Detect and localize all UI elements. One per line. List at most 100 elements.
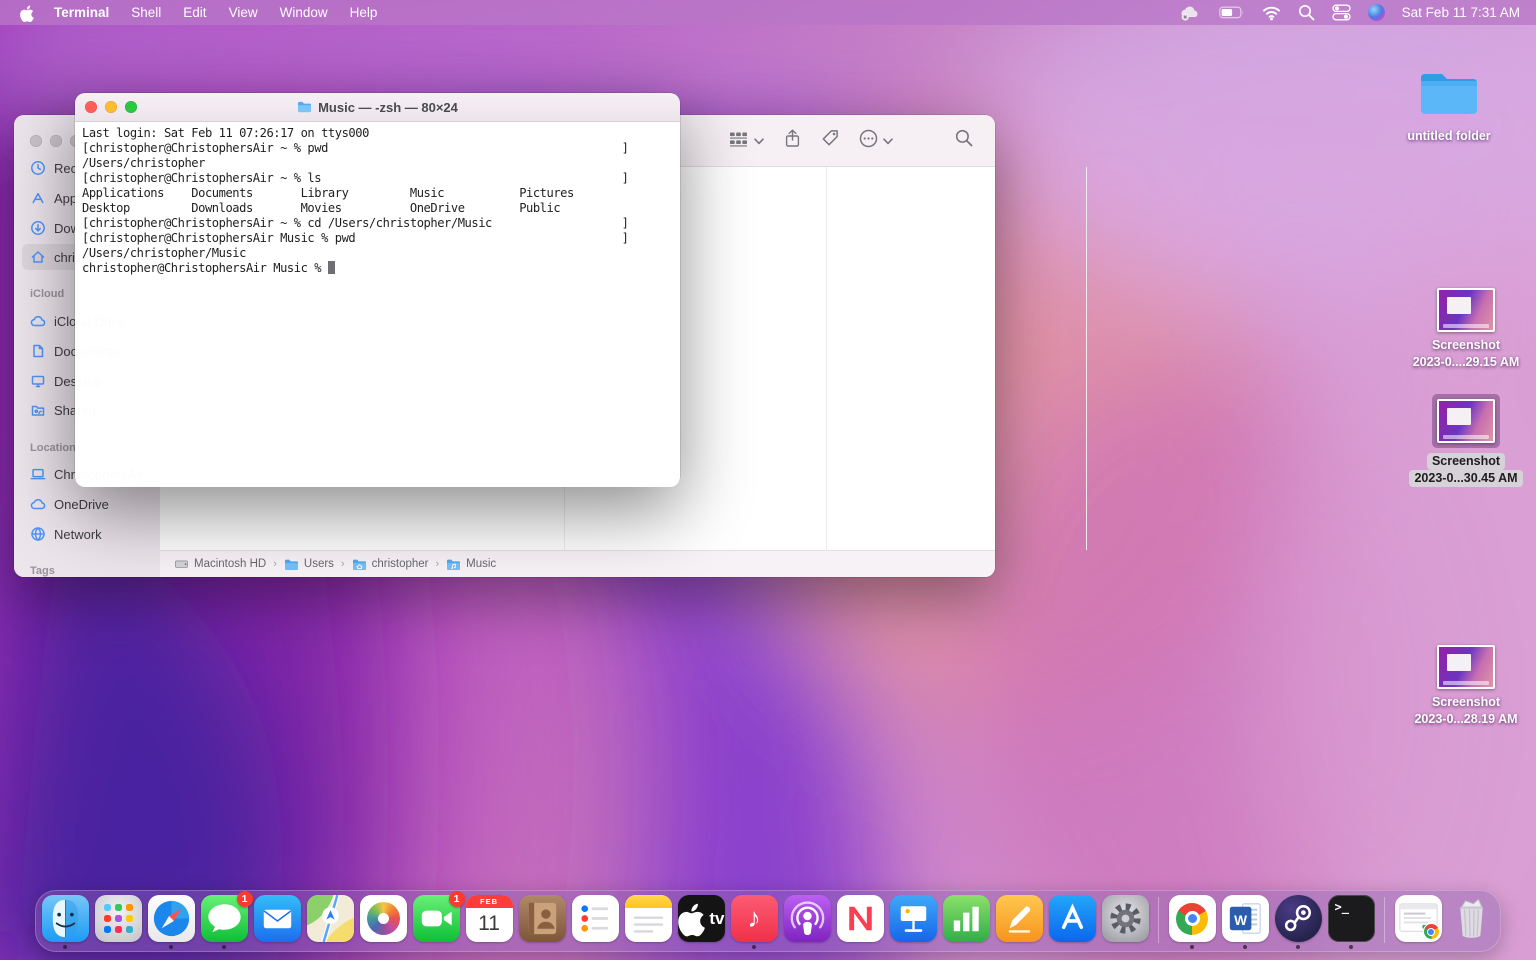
dock-item-pages[interactable] bbox=[995, 895, 1043, 942]
menu-terminal[interactable]: Terminal bbox=[43, 5, 120, 20]
blue-folder-icon bbox=[1417, 66, 1481, 123]
dock-item-news[interactable] bbox=[836, 895, 884, 942]
finder-close-button[interactable] bbox=[30, 135, 42, 147]
wifi-icon[interactable] bbox=[1262, 5, 1281, 21]
toolbar-tag-button[interactable] bbox=[821, 129, 839, 152]
battery-icon[interactable] bbox=[1219, 4, 1245, 21]
dock-item-systemprefs[interactable] bbox=[1101, 895, 1149, 942]
menu-window[interactable]: Window bbox=[269, 5, 339, 20]
dock-item-facetime[interactable]: 1 bbox=[412, 895, 460, 942]
terminal-output: Last login: Sat Feb 11 07:26:17 on ttys0… bbox=[82, 126, 680, 276]
dock-item-maps[interactable] bbox=[306, 895, 354, 942]
path-item-users[interactable]: Users bbox=[284, 558, 334, 571]
sidebar-item-onedrive[interactable]: OneDrive bbox=[22, 491, 152, 517]
terminal-window: Music — -zsh — 80×24 Last login: Sat Feb… bbox=[75, 93, 680, 486]
appletv-icon: tv bbox=[678, 895, 725, 942]
dock-item-podcasts[interactable] bbox=[783, 895, 831, 942]
path-item-macintosh-hd[interactable]: Macintosh HD bbox=[174, 557, 266, 571]
downloads-icon bbox=[30, 220, 46, 236]
label-line-2: 2023-0...30.45 AM bbox=[1409, 470, 1522, 487]
path-item-label: Music bbox=[466, 558, 496, 570]
notification-badge: 1 bbox=[449, 891, 465, 907]
sidebar-item-network[interactable]: Network bbox=[22, 521, 152, 547]
toolbar-group-view-button[interactable] bbox=[728, 130, 764, 152]
path-item-music[interactable]: Music bbox=[446, 558, 496, 571]
dock-item-steam[interactable] bbox=[1274, 895, 1322, 949]
dock-item-minimized-window[interactable] bbox=[1394, 895, 1442, 942]
document-icon bbox=[30, 343, 46, 359]
column-divider bbox=[826, 167, 827, 550]
finder-minimize-button[interactable] bbox=[50, 135, 62, 147]
proxy-folder-icon bbox=[297, 101, 312, 113]
chevron-down-icon bbox=[754, 132, 764, 150]
terminal-zoom-button[interactable] bbox=[125, 101, 137, 113]
dock-item-chrome[interactable] bbox=[1168, 895, 1216, 949]
menu-edit[interactable]: Edit bbox=[172, 5, 217, 20]
dock-item-photos[interactable] bbox=[359, 895, 407, 942]
toolbar-share-button[interactable] bbox=[784, 129, 801, 153]
desktop-icon-untitled-folder-0[interactable]: untitled folder bbox=[1416, 66, 1482, 145]
menu-view[interactable]: View bbox=[218, 5, 269, 20]
menu-bar-clock[interactable]: Sat Feb 11 7:31 AM bbox=[1402, 5, 1520, 20]
terminal-title-bar[interactable]: Music — -zsh — 80×24 bbox=[75, 93, 680, 122]
label-line-2: 2023-0....29.15 AM bbox=[1413, 354, 1520, 371]
onedrive-cloud-icon[interactable] bbox=[1178, 4, 1202, 22]
group-view-icon bbox=[728, 130, 749, 152]
word-icon: W bbox=[1222, 895, 1269, 942]
column-divider bbox=[1086, 167, 1087, 550]
spotlight-search-icon[interactable] bbox=[1298, 4, 1315, 21]
terminal-window-controls bbox=[85, 101, 137, 113]
dock-item-word[interactable]: W bbox=[1221, 895, 1269, 949]
desktop-icon-label: untitled folder bbox=[1407, 128, 1490, 145]
control-center-icon[interactable] bbox=[1332, 4, 1351, 21]
dock-item-appletv[interactable]: tv bbox=[677, 895, 725, 942]
more-circle-icon bbox=[859, 129, 878, 153]
toolbar-search-button[interactable] bbox=[955, 129, 973, 152]
dock-item-trash[interactable] bbox=[1447, 895, 1495, 942]
menu-help[interactable]: Help bbox=[339, 5, 389, 20]
dock-item-mail[interactable] bbox=[253, 895, 301, 942]
dock-item-finder[interactable] bbox=[41, 895, 89, 949]
siri-icon[interactable] bbox=[1368, 4, 1385, 21]
dock-item-appstore[interactable] bbox=[1048, 895, 1096, 942]
sidebar-section-header: iCloud bbox=[30, 288, 64, 301]
desktop-icon-label: Screenshot2023-0....29.15 AM bbox=[1413, 337, 1520, 371]
running-indicator-dot bbox=[1349, 945, 1353, 949]
terminal-minimize-button[interactable] bbox=[105, 101, 117, 113]
path-item-christopher[interactable]: christopher bbox=[352, 558, 429, 571]
dock-item-keynote[interactable] bbox=[889, 895, 937, 942]
search-icon bbox=[955, 129, 973, 152]
systemprefs-icon bbox=[1102, 895, 1149, 942]
svg-text:W: W bbox=[1234, 913, 1247, 928]
desktop-icon-screenshot-3[interactable]: Screenshot2023-0...28.19 AM bbox=[1437, 645, 1495, 728]
dock-item-terminal[interactable]: >_ bbox=[1327, 895, 1375, 949]
running-indicator-dot bbox=[1190, 945, 1194, 949]
minimized-window-icon bbox=[1395, 895, 1442, 942]
facetime-icon: 1 bbox=[413, 895, 460, 942]
folder-icon bbox=[284, 558, 299, 571]
screenshot-thumbnail bbox=[1437, 399, 1495, 443]
contacts-icon bbox=[519, 895, 566, 942]
dock-item-calendar[interactable]: FEB11 bbox=[465, 895, 513, 942]
toolbar-more-circle-button[interactable] bbox=[859, 129, 893, 153]
running-indicator-dot bbox=[752, 945, 756, 949]
terminal-output-area[interactable]: Last login: Sat Feb 11 07:26:17 on ttys0… bbox=[75, 122, 680, 487]
dock-item-contacts[interactable] bbox=[518, 895, 566, 942]
dock-item-music[interactable]: ♪ bbox=[730, 895, 778, 949]
apple-menu-icon[interactable] bbox=[20, 4, 35, 21]
menu-bar-left: TerminalShellEditViewWindowHelp bbox=[0, 4, 388, 21]
path-item-label: Macintosh HD bbox=[194, 558, 266, 570]
terminal-close-button[interactable] bbox=[85, 101, 97, 113]
dock-item-numbers[interactable] bbox=[942, 895, 990, 942]
dock-item-safari[interactable] bbox=[147, 895, 195, 949]
desktop-icon-screenshot-2[interactable]: Screenshot2023-0...30.45 AM bbox=[1432, 394, 1500, 487]
dock: 11FEB11tv♪W>_ bbox=[35, 890, 1501, 952]
desktop-icon-screenshot-1[interactable]: Screenshot2023-0....29.15 AM bbox=[1437, 288, 1495, 371]
menu-shell[interactable]: Shell bbox=[120, 5, 172, 20]
dock-item-notes[interactable] bbox=[624, 895, 672, 942]
dock-item-launchpad[interactable] bbox=[94, 895, 142, 942]
dock-item-reminders[interactable] bbox=[571, 895, 619, 942]
running-indicator-dot bbox=[222, 945, 226, 949]
dock-item-messages[interactable]: 1 bbox=[200, 895, 248, 949]
mail-icon bbox=[254, 895, 301, 942]
